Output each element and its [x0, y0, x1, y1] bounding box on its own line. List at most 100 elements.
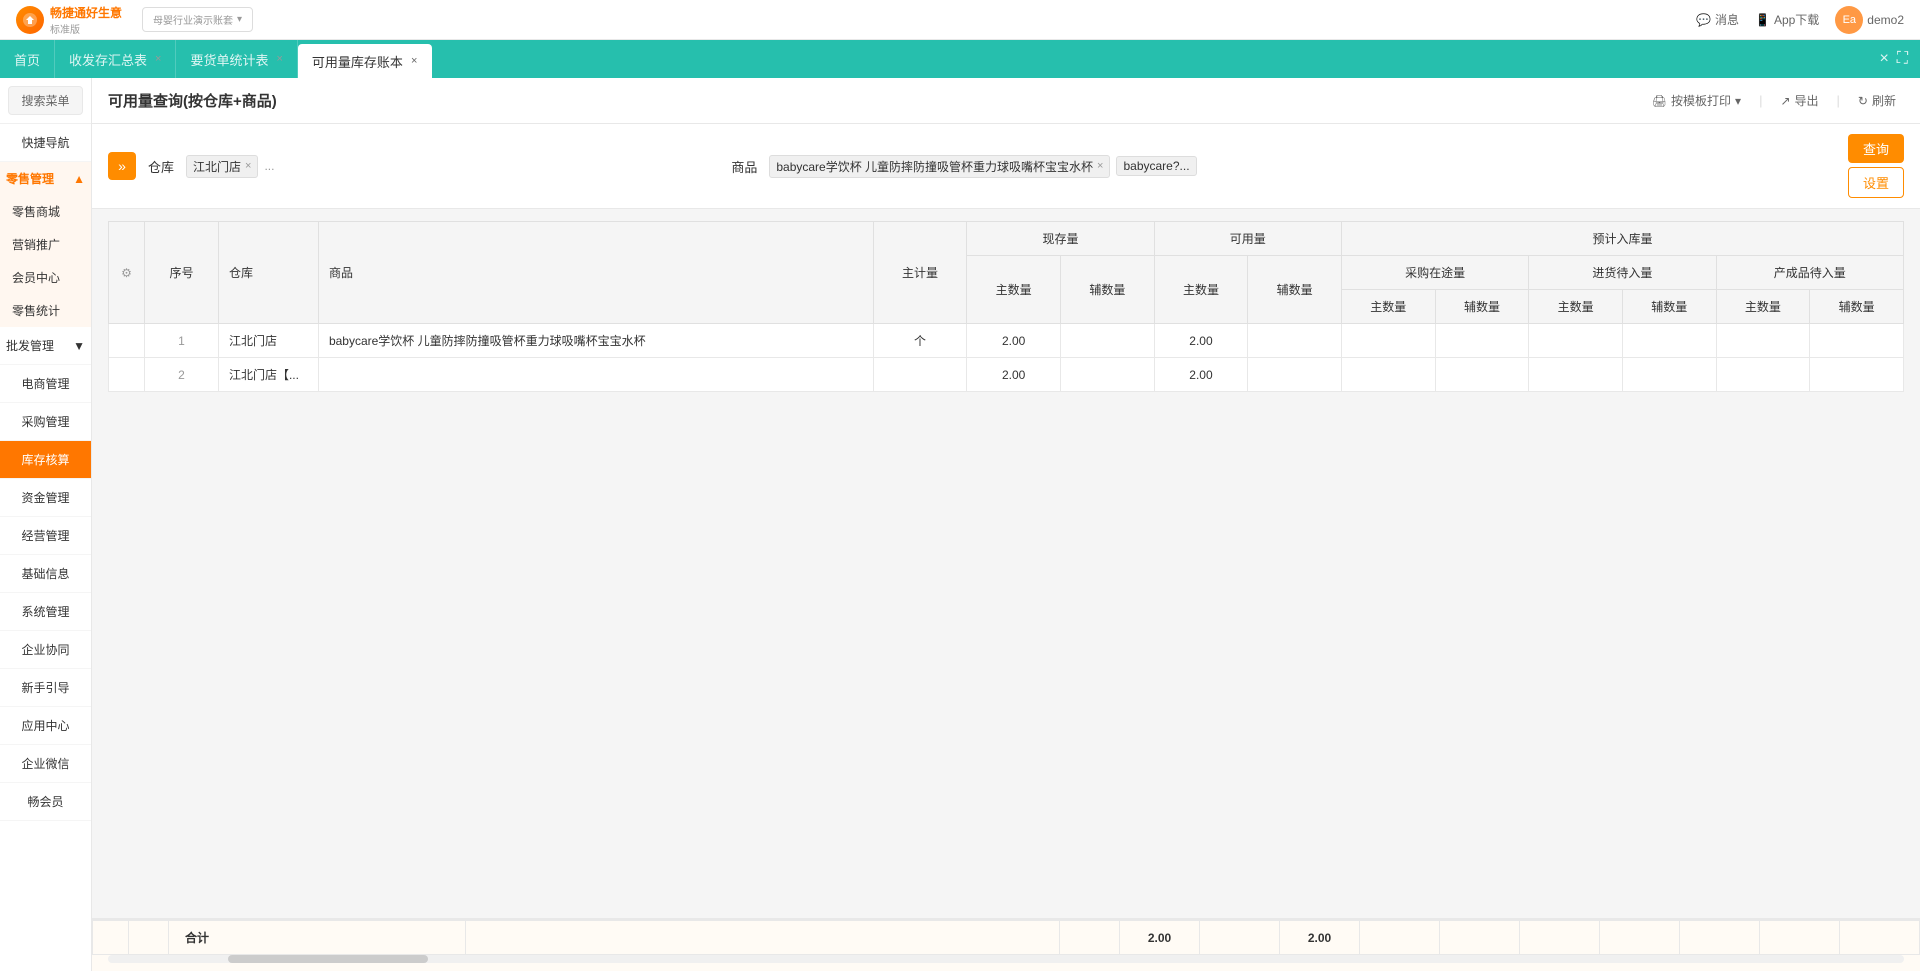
tab-order-stats[interactable]: 要货单统计表 × [176, 40, 297, 78]
th-no: 序号 [145, 222, 219, 324]
app-download-label: App下载 [1774, 11, 1819, 28]
template-print-chevron: ▾ [1735, 94, 1741, 108]
th-production-pending-main: 主数量 [1716, 290, 1810, 324]
filter-bar: » 仓库 江北门店 × ... 商品 babycare学饮杯 儿童防摔防撞吸管杯… [92, 124, 1920, 209]
message-btn[interactable]: 💬 消息 [1696, 11, 1739, 28]
sidebar-item-retail-store[interactable]: 零售商城 [0, 195, 91, 228]
tab-available-stock-close[interactable]: × [411, 55, 417, 67]
export-label: 导出 [1795, 92, 1819, 109]
table-wrapper: ⚙ 序号 仓库 商品 主计量 现存量 可用量 预计入库量 主数量 辅数量 主数量 [92, 209, 1920, 918]
logo-text-area: 畅捷通好生意 标准版 [50, 4, 122, 36]
logo-sub-text: 标准版 [50, 21, 122, 36]
product-tag-1-close[interactable]: × [1097, 160, 1103, 172]
footer-production-pending-aux [1840, 921, 1920, 955]
warehouse-tag-close[interactable]: × [245, 160, 251, 172]
table-row: 1 江北门店 babycare学饮杯 儿童防摔防撞吸管杯重力球吸嘴杯宝宝水杯 个… [109, 324, 1904, 358]
tab-income-summary[interactable]: 收发存汇总表 × [55, 40, 176, 78]
tab-income-summary-label: 收发存汇总表 [69, 50, 147, 69]
sidebar-item-member[interactable]: 会员中心 [0, 261, 91, 294]
sidebar-item-quick-nav[interactable]: 快捷导航 [0, 124, 91, 162]
th-production-pending: 产成品待入量 [1716, 256, 1903, 290]
cell-incoming-pending-aux-2 [1622, 358, 1716, 392]
table-footer: 合计 2.00 2.00 [92, 918, 1920, 971]
expand-filter-btn[interactable]: » [108, 152, 136, 180]
product-tag-2-label: babycare?... [1123, 159, 1189, 173]
message-label: 消息 [1715, 11, 1739, 28]
app-download-btn[interactable]: 📱 App下载 [1755, 11, 1819, 28]
sidebar-item-finance[interactable]: 资金管理 [0, 479, 91, 517]
th-available-main-qty: 主数量 [1154, 256, 1248, 324]
product-tag-1-label: babycare学饮杯 儿童防摔防撞吸管杯重力球吸嘴杯宝宝水杯 [776, 158, 1093, 175]
sidebar-item-wholesale[interactable]: 批发管理▼ [0, 327, 91, 365]
th-incoming-pending-aux: 辅数量 [1622, 290, 1716, 324]
sidebar-item-retail-stats[interactable]: 零售统计 [0, 294, 91, 327]
footer-purchase-transit-aux [1520, 921, 1600, 955]
tab-actions: × ⛶ [1867, 40, 1920, 78]
tab-order-stats-close[interactable]: × [276, 53, 282, 65]
horizontal-scrollbar[interactable] [108, 955, 1904, 963]
tab-bar: 首页 收发存汇总表 × 要货单统计表 × 可用量库存账本 × × ⛶ [0, 40, 1920, 78]
page-title: 可用量查询(按仓库+商品) [108, 90, 277, 111]
sidebar-section-retail-header[interactable]: 零售管理 ▲ [0, 162, 91, 195]
sidebar-item-inventory[interactable]: 库存核算 [0, 441, 91, 479]
cell-settings [109, 324, 145, 358]
sidebar-item-operations[interactable]: 经营管理 [0, 517, 91, 555]
window-maximize-btn[interactable]: ⛶ [1897, 50, 1908, 68]
tab-home[interactable]: 首页 [0, 40, 55, 78]
scrollbar-thumb[interactable] [228, 955, 428, 963]
cell-purchase-transit-aux-2 [1435, 358, 1529, 392]
sidebar-item-newbie[interactable]: 新手引导 [0, 669, 91, 707]
warehouse-more-btn[interactable]: ... [264, 159, 274, 173]
th-production-pending-aux: 辅数量 [1810, 290, 1904, 324]
template-print-btn[interactable]: 🖨 按模板打印 ▾ [1644, 88, 1749, 113]
cell-no-1: 1 [145, 324, 219, 358]
cell-available-aux-1 [1248, 324, 1342, 358]
export-icon: ↗ [1780, 94, 1790, 108]
account-selector[interactable]: 母婴行业演示账套 ▾ [142, 7, 253, 32]
sidebar-item-purchase[interactable]: 采购管理 [0, 403, 91, 441]
action-divider-2: | [1837, 93, 1840, 108]
sidebar-item-enterprise[interactable]: 企业协同 [0, 631, 91, 669]
expand-icon: » [118, 158, 126, 174]
cell-production-pending-aux-1 [1810, 324, 1904, 358]
sidebar-item-member2[interactable]: 畅会员 [0, 783, 91, 821]
sidebar-item-basic[interactable]: 基础信息 [0, 555, 91, 593]
sidebar-item-wechat[interactable]: 企业微信 [0, 745, 91, 783]
product-tag-1: babycare学饮杯 儿童防摔防撞吸管杯重力球吸嘴杯宝宝水杯 × [769, 155, 1110, 178]
warehouse-filter-label: 仓库 [148, 157, 174, 176]
footer-table: 合计 2.00 2.00 [92, 920, 1920, 955]
cell-no-2: 2 [145, 358, 219, 392]
table-body: 1 江北门店 babycare学饮杯 儿童防摔防撞吸管杯重力球吸嘴杯宝宝水杯 个… [109, 324, 1904, 392]
th-incoming-pending-main: 主数量 [1529, 290, 1623, 324]
cell-current-aux-2 [1061, 358, 1155, 392]
user-info[interactable]: Ea demo2 [1835, 6, 1904, 34]
tab-home-label: 首页 [14, 50, 40, 69]
logo-main-text: 畅捷通好生意 [50, 4, 122, 21]
page-header: 可用量查询(按仓库+商品) 🖨 按模板打印 ▾ | ↗ 导出 | ↻ 刷新 [92, 78, 1920, 124]
data-table: ⚙ 序号 仓库 商品 主计量 现存量 可用量 预计入库量 主数量 辅数量 主数量 [108, 221, 1904, 392]
query-btn[interactable]: 查询 [1848, 134, 1904, 163]
sidebar-item-appstore[interactable]: 应用中心 [0, 707, 91, 745]
top-bar-left: 畅捷通好生意 标准版 母婴行业演示账套 ▾ [16, 4, 253, 36]
dropdown-arrow-icon: ▾ [237, 14, 242, 25]
cell-incoming-pending-main-2 [1529, 358, 1623, 392]
avatar: Ea [1835, 6, 1863, 34]
tab-income-summary-close[interactable]: × [155, 53, 161, 65]
sidebar-item-system[interactable]: 系统管理 [0, 593, 91, 631]
warehouse-tag-label: 江北门店 [193, 158, 241, 175]
top-bar: 畅捷通好生意 标准版 母婴行业演示账套 ▾ 💬 消息 📱 App下载 Ea de… [0, 0, 1920, 40]
tab-available-stock[interactable]: 可用量库存账本 × [298, 44, 432, 78]
window-close-btn[interactable]: × [1879, 50, 1888, 68]
warehouse-filter-tags: 江北门店 × ... [186, 155, 719, 178]
table-settings-icon[interactable]: ⚙ [121, 266, 132, 280]
sidebar-item-marketing[interactable]: 营销推广 [0, 228, 91, 261]
filter-action-buttons: 查询 设置 [1848, 134, 1904, 198]
search-menu-btn[interactable]: 搜索菜单 [8, 86, 83, 115]
setting-btn[interactable]: 设置 [1848, 167, 1904, 198]
th-available: 可用量 [1154, 222, 1341, 256]
sidebar-item-ecommerce[interactable]: 电商管理 [0, 365, 91, 403]
refresh-btn[interactable]: ↻ 刷新 [1850, 88, 1904, 113]
th-planned-inbound: 预计入库量 [1341, 222, 1903, 256]
export-btn[interactable]: ↗ 导出 [1772, 88, 1826, 113]
cell-production-pending-aux-2 [1810, 358, 1904, 392]
